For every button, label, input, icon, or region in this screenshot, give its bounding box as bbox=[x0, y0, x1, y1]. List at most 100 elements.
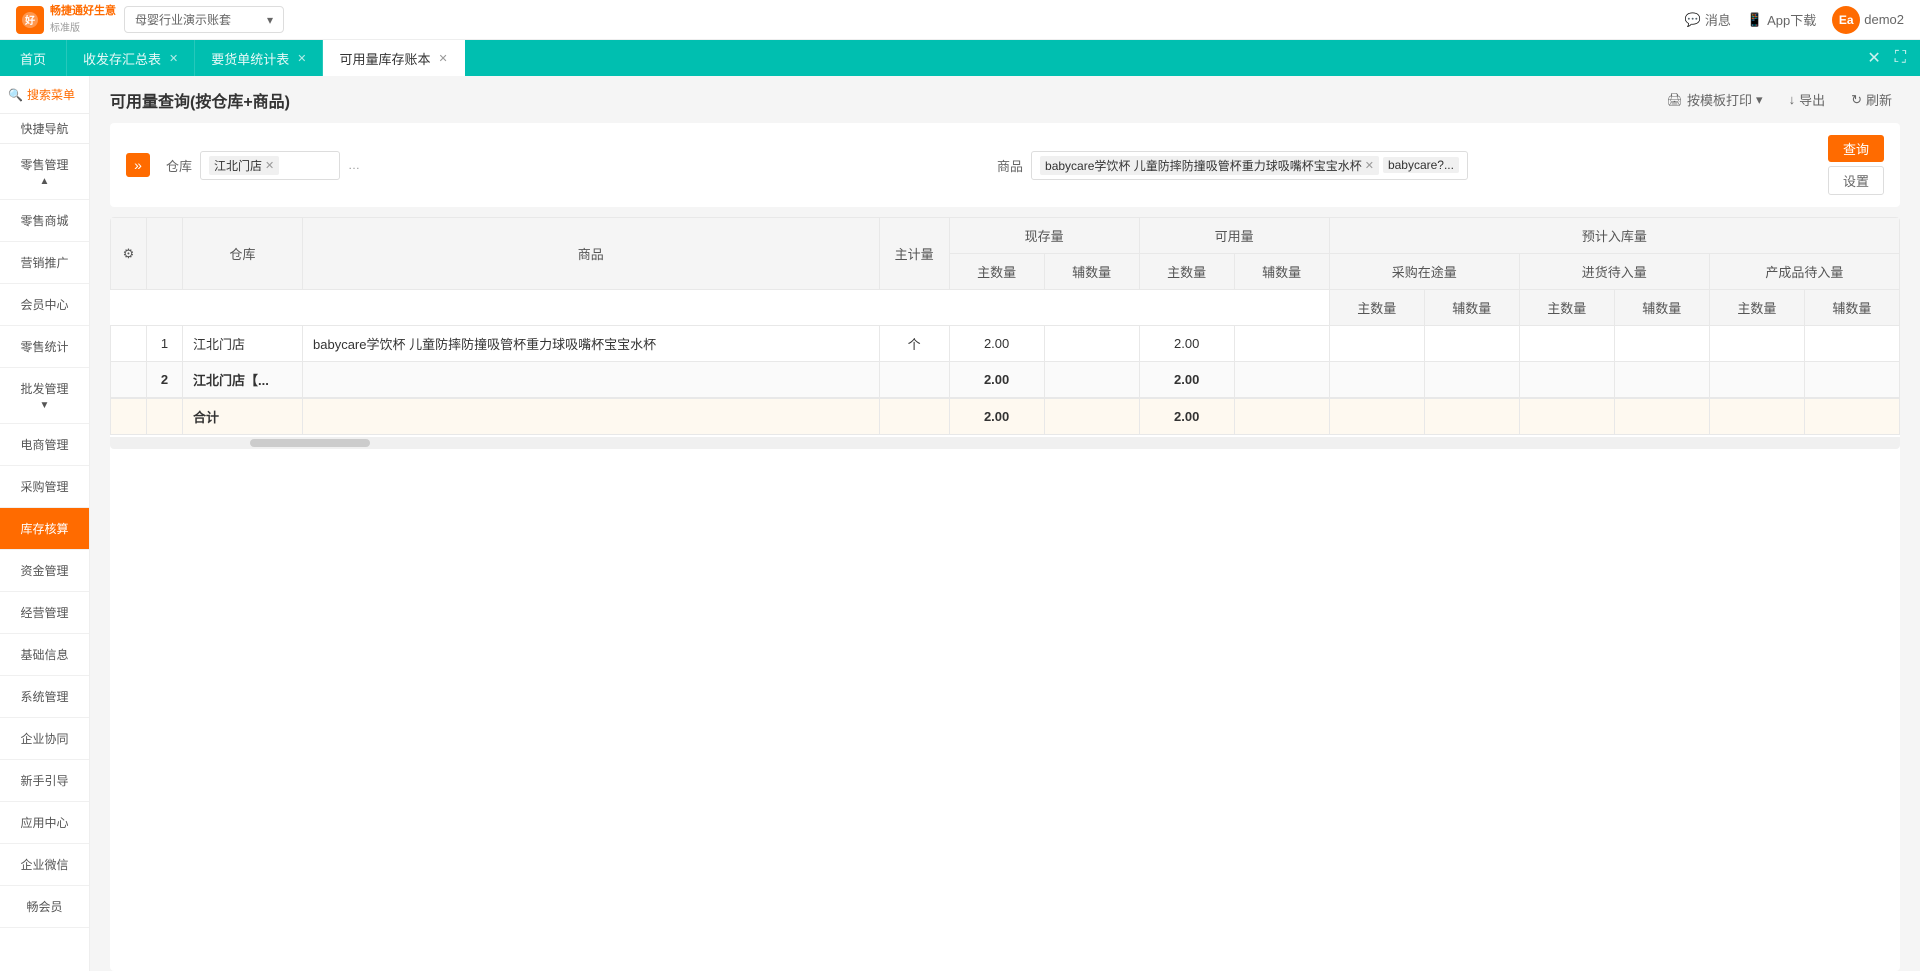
th-goods-aux: 辅数量 bbox=[1614, 290, 1709, 326]
th-purchase-aux: 辅数量 bbox=[1424, 290, 1519, 326]
sidebar-item-member2[interactable]: 畅会员 bbox=[0, 886, 89, 928]
th-goods-arriving-group: 进货待入量 bbox=[1519, 254, 1709, 290]
main-layout: 🔍 搜索菜单 快捷导航 零售管理 ▲ 零售商城 营销推广 会员中心 零售统计 批… bbox=[0, 76, 1920, 971]
table-container: ⚙ 仓库 商品 主计量 现存量 可用量 预计入库量 主数量 辅数 bbox=[110, 217, 1900, 971]
sidebar: 🔍 搜索菜单 快捷导航 零售管理 ▲ 零售商城 营销推广 会员中心 零售统计 批… bbox=[0, 76, 90, 971]
sidebar-item-inventory[interactable]: 库存核算 bbox=[0, 508, 89, 550]
sidebar-item-operations[interactable]: 经营管理 bbox=[0, 592, 89, 634]
product-tag-1-close[interactable]: ✕ bbox=[1365, 159, 1374, 172]
product-tag-2-text: babycare?... bbox=[1388, 158, 1454, 172]
warehouse-filter-group: 仓库 江北门店 ✕ … bbox=[166, 151, 981, 180]
tab-receive-summary[interactable]: 收发存汇总表 ✕ bbox=[67, 40, 195, 76]
sidebar-item-marketing[interactable]: 营销推广 bbox=[0, 242, 89, 284]
table-header-row-3: 主数量 辅数量 主数量 辅数量 主数量 辅数量 bbox=[111, 290, 1900, 326]
sidebar-item-retail-mgmt-label: 零售管理 bbox=[20, 156, 68, 173]
row2-unit bbox=[879, 362, 949, 399]
sidebar-item-wechat[interactable]: 企业微信 bbox=[0, 844, 89, 886]
sidebar-nav-shortcut[interactable]: 快捷导航 bbox=[0, 114, 89, 144]
tab-close-btn[interactable]: ✕ bbox=[1863, 46, 1884, 70]
sidebar-item-guide-label: 新手引导 bbox=[20, 772, 68, 789]
scrollbar-thumb[interactable] bbox=[250, 439, 370, 447]
refresh-label: 刷新 bbox=[1866, 90, 1892, 109]
summary-available-main: 2.00 bbox=[1139, 398, 1234, 435]
row1-index: 1 bbox=[147, 326, 183, 362]
message-btn[interactable]: 💬 消息 bbox=[1685, 10, 1731, 29]
app-download-btn[interactable]: 📱 App下载 bbox=[1747, 10, 1816, 29]
summary-current-main: 2.00 bbox=[949, 398, 1044, 435]
warehouse-input[interactable]: 江北门店 ✕ bbox=[200, 151, 340, 180]
row2-prod-aux bbox=[1804, 362, 1899, 399]
export-btn[interactable]: ↓ 导出 bbox=[1781, 86, 1834, 113]
th-goods-main: 主数量 bbox=[1519, 290, 1614, 326]
product-input[interactable]: babycare学饮杯 儿童防摔防撞吸管杯重力球吸嘴杯宝宝水杯 ✕ babyca… bbox=[1031, 151, 1468, 180]
table-row: 1 江北门店 babycare学饮杯 儿童防摔防撞吸管杯重力球吸嘴杯宝宝水杯 个… bbox=[111, 326, 1900, 362]
tab-available-inventory[interactable]: 可用量库存账本 ✕ bbox=[323, 40, 464, 76]
tab-receive-summary-close[interactable]: ✕ bbox=[169, 52, 178, 65]
th-available-main: 主数量 bbox=[1139, 254, 1234, 290]
summary-label: 合计 bbox=[183, 398, 303, 435]
avatar: Ea bbox=[1832, 6, 1860, 34]
logo-text-area: 畅捷通好生意 标准版 bbox=[50, 5, 116, 33]
data-table: ⚙ 仓库 商品 主计量 现存量 可用量 预计入库量 主数量 辅数 bbox=[110, 217, 1900, 435]
filter-area: » 仓库 江北门店 ✕ … 商品 babycare学饮杯 儿童防摔防撞吸管杯重力… bbox=[110, 123, 1900, 207]
th-product: 商品 bbox=[303, 218, 880, 290]
row2-prod-main bbox=[1709, 362, 1804, 399]
sidebar-item-purchase[interactable]: 采购管理 bbox=[0, 466, 89, 508]
horizontal-scrollbar[interactable] bbox=[110, 437, 1900, 449]
sidebar-item-wholesale[interactable]: 批发管理 ▼ bbox=[0, 368, 89, 424]
row1-current-aux bbox=[1044, 326, 1139, 362]
print-btn[interactable]: 🖨 按模板打印 ▾ bbox=[1659, 86, 1771, 113]
summary-unit bbox=[879, 398, 949, 435]
sidebar-search[interactable]: 🔍 搜索菜单 bbox=[0, 76, 89, 114]
message-icon: 💬 bbox=[1685, 12, 1701, 28]
sidebar-item-ecommerce[interactable]: 电商管理 bbox=[0, 424, 89, 466]
filter-expand-btn[interactable]: » bbox=[126, 153, 150, 177]
sidebar-item-system[interactable]: 系统管理 bbox=[0, 676, 89, 718]
row1-product: babycare学饮杯 儿童防摔防撞吸管杯重力球吸嘴杯宝宝水杯 bbox=[303, 326, 880, 362]
export-label: 导出 bbox=[1799, 90, 1825, 109]
logo-area: 好 畅捷通好生意 标准版 bbox=[16, 5, 116, 33]
sidebar-item-retail-mgmt[interactable]: 零售管理 ▲ bbox=[0, 144, 89, 200]
sidebar-item-purchase-label: 采购管理 bbox=[20, 478, 68, 495]
row2-goods-aux bbox=[1614, 362, 1709, 399]
row1-available-main: 2.00 bbox=[1139, 326, 1234, 362]
tab-available-inventory-close[interactable]: ✕ bbox=[439, 52, 448, 65]
sidebar-item-finance[interactable]: 资金管理 bbox=[0, 550, 89, 592]
th-warehouse: 仓库 bbox=[183, 218, 303, 290]
sidebar-item-marketing-label: 营销推广 bbox=[20, 254, 68, 271]
sidebar-item-appstore[interactable]: 应用中心 bbox=[0, 802, 89, 844]
tab-expand-btn[interactable]: ⛶ bbox=[1891, 47, 1910, 69]
settings-btn[interactable]: 设置 bbox=[1828, 166, 1884, 195]
warehouse-tag-jb-close[interactable]: ✕ bbox=[265, 159, 274, 172]
sidebar-item-retail-stats[interactable]: 零售统计 bbox=[0, 326, 89, 368]
refresh-btn[interactable]: ↻ 刷新 bbox=[1843, 86, 1900, 113]
industry-selector[interactable]: 母婴行业演示账套 ▾ bbox=[124, 6, 284, 33]
sidebar-item-retail-mall[interactable]: 零售商城 bbox=[0, 200, 89, 242]
sidebar-item-member[interactable]: 会员中心 bbox=[0, 284, 89, 326]
data-table-wrapper: ⚙ 仓库 商品 主计量 现存量 可用量 预计入库量 主数量 辅数 bbox=[110, 217, 1900, 435]
th-unit: 主计量 bbox=[879, 218, 949, 290]
tab-home[interactable]: 首页 bbox=[0, 40, 67, 76]
filter-more-warehouse[interactable]: … bbox=[348, 158, 360, 172]
sidebar-item-basic-info[interactable]: 基础信息 bbox=[0, 634, 89, 676]
tab-order-stats-close[interactable]: ✕ bbox=[297, 52, 306, 65]
row2-product bbox=[303, 362, 880, 399]
sidebar-item-guide[interactable]: 新手引导 bbox=[0, 760, 89, 802]
sidebar-item-enterprise[interactable]: 企业协同 bbox=[0, 718, 89, 760]
tab-order-stats[interactable]: 要货单统计表 ✕ bbox=[195, 40, 323, 76]
row1-prod-aux bbox=[1804, 326, 1899, 362]
export-icon: ↓ bbox=[1789, 92, 1796, 107]
th-index bbox=[147, 218, 183, 290]
th-current-aux: 辅数量 bbox=[1044, 254, 1139, 290]
row1-available-aux bbox=[1234, 326, 1329, 362]
user-area[interactable]: Ea demo2 bbox=[1832, 6, 1904, 34]
query-btn[interactable]: 查询 bbox=[1828, 135, 1884, 162]
row1-warehouse: 江北门店 bbox=[183, 326, 303, 362]
summary-settings bbox=[111, 398, 147, 435]
row2-current-main: 2.00 bbox=[949, 362, 1044, 399]
table-row: 2 江北门店【... 2.00 2.00 bbox=[111, 362, 1900, 399]
warehouse-tag-jb: 江北门店 ✕ bbox=[209, 156, 279, 175]
nav-spacer bbox=[465, 40, 1854, 76]
row2-settings bbox=[111, 362, 147, 399]
settings-icon[interactable]: ⚙ bbox=[123, 246, 135, 261]
